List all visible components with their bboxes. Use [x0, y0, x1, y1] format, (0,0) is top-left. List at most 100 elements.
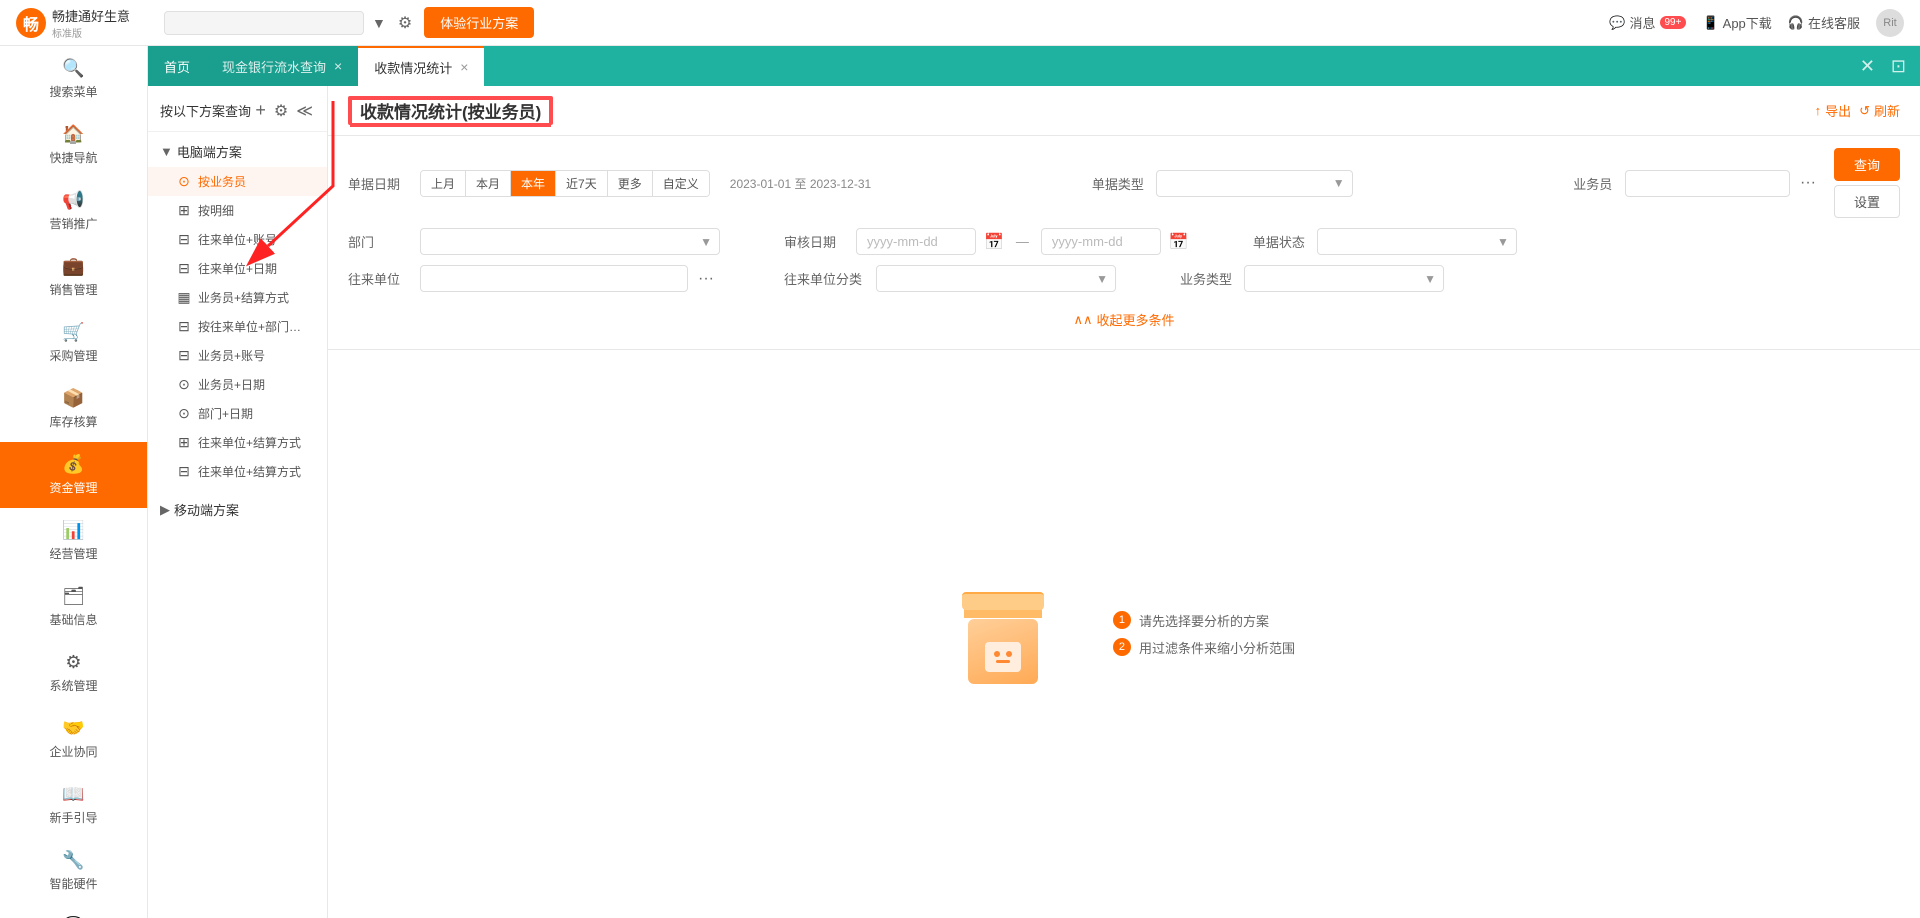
- tab-receipt-close[interactable]: ×: [460, 59, 468, 75]
- collapse-more-btn[interactable]: ∧∧ 收起更多条件: [348, 302, 1900, 337]
- scheme-salesperson-date-label: 业务员+日期: [198, 376, 265, 393]
- desktop-group-label: 电脑端方案: [177, 142, 242, 161]
- scheme-partner-account-label: 往来单位+账号: [198, 231, 277, 248]
- query-btn[interactable]: 查询: [1834, 148, 1900, 181]
- logo-text: 畅捷通好生意: [52, 6, 130, 25]
- logo-area: 畅 畅捷通好生意 标准版: [16, 6, 164, 40]
- scheme-item-partner-account[interactable]: ⊟ 往来单位+账号: [148, 225, 327, 254]
- salesperson-input[interactable]: [1625, 170, 1790, 197]
- partner-more-btn[interactable]: ···: [692, 268, 720, 290]
- tab-close-all-btn[interactable]: ✕: [1854, 54, 1881, 79]
- scheme-item-salesperson-date[interactable]: ⊙ 业务员+日期: [148, 370, 327, 399]
- breadcrumb-dropdown-btn[interactable]: ▼: [372, 15, 386, 31]
- date-btn-this-year[interactable]: 本年: [511, 171, 556, 196]
- business-type-select[interactable]: [1244, 265, 1444, 292]
- sidebar-item-system[interactable]: ⚙ 系统管理: [0, 640, 147, 706]
- sidebar-item-inventory[interactable]: 📦 库存核算: [0, 376, 147, 442]
- tab-maximize-btn[interactable]: ⊡: [1885, 54, 1912, 79]
- filter-settings-btn[interactable]: 设置: [1834, 185, 1900, 218]
- sidebar-item-marketing[interactable]: 📢 营销推广: [0, 178, 147, 244]
- mobile-scheme-group-header[interactable]: ▶ 移动端方案: [148, 494, 327, 525]
- left-scheme-panel: 按以下方案查询 + ⚙ ≪ ▼ 电脑端方案 ⊙ 按业务员: [148, 86, 328, 918]
- step-2-num: 2: [1113, 638, 1131, 656]
- app-download-btn[interactable]: 📱 App下载: [1702, 13, 1771, 32]
- enterprise-icon: 🤝: [62, 718, 84, 739]
- tab-receipt[interactable]: 收款情况统计 ×: [358, 46, 484, 86]
- date-btn-custom[interactable]: 自定义: [653, 171, 709, 196]
- date-btn-this-month[interactable]: 本月: [466, 171, 511, 196]
- scheme-add-btn[interactable]: +: [253, 98, 268, 123]
- scheme-item-salesperson-account[interactable]: ⊟ 业务员+账号: [148, 341, 327, 370]
- scheme-item-partner-dept[interactable]: ⊟ 按往来单位+部门+收...: [148, 312, 327, 341]
- sidebar-item-finance[interactable]: 💰 资金管理: [0, 442, 147, 508]
- messages-btn[interactable]: 💬 消息 99+: [1609, 13, 1686, 32]
- right-panel: 收款情况统计(按业务员) ↑ 导出 ↺ 刷新: [328, 86, 1920, 918]
- refresh-btn[interactable]: ↺ 刷新: [1859, 101, 1900, 120]
- scheme-item-partner-date[interactable]: ⊟ 往来单位+日期: [148, 254, 327, 283]
- doc-status-select[interactable]: [1317, 228, 1517, 255]
- sidebar-item-business[interactable]: 📊 经营管理: [0, 508, 147, 574]
- breadcrumb-input[interactable]: [164, 11, 364, 35]
- sidebar-item-base[interactable]: 🗂 基础信息: [0, 574, 147, 640]
- filter-row-3: 往来单位 ··· 往来单位分类 ▼: [348, 265, 1900, 292]
- guide-icon: 📖: [62, 784, 84, 805]
- online-service-btn[interactable]: 🎧 在线客服: [1788, 13, 1860, 32]
- export-btn[interactable]: ↑ 导出: [1815, 101, 1852, 120]
- doc-status-label: 单据状态: [1253, 232, 1305, 251]
- scheme-detail-label: 按明细: [198, 202, 234, 219]
- trial-btn[interactable]: 体验行业方案: [424, 7, 534, 38]
- sales-icon: 💼: [62, 256, 84, 277]
- date-btn-7days[interactable]: 近7天: [556, 171, 608, 196]
- partner-category-select[interactable]: [876, 265, 1116, 292]
- hardware-icon: 🔧: [62, 850, 84, 871]
- header-center: ▼ ⚙ 体验行业方案: [164, 7, 1609, 38]
- eye-right: [1006, 651, 1012, 657]
- scheme-settings-btn[interactable]: ⚙: [272, 98, 290, 123]
- page-title: 收款情况统计(按业务员): [350, 98, 551, 127]
- settings-icon-btn[interactable]: ⚙: [394, 9, 416, 37]
- sidebar-item-sales[interactable]: 💼 销售管理: [0, 244, 147, 310]
- scheme-item-partner-settlement1[interactable]: ⊞ 往来单位+结算方式: [148, 428, 327, 457]
- tab-bank-close[interactable]: ×: [334, 58, 342, 74]
- inventory-icon: 📦: [62, 388, 84, 409]
- desktop-scheme-group-header[interactable]: ▼ 电脑端方案: [148, 136, 327, 167]
- tab-bank-label: 现金银行流水查询: [222, 57, 326, 76]
- date-btn-last-month[interactable]: 上月: [421, 171, 466, 196]
- audit-calendar-from-icon[interactable]: 📅: [984, 232, 1004, 252]
- box-face: [985, 642, 1021, 672]
- date-btn-more[interactable]: 更多: [608, 171, 653, 196]
- doc-type-select[interactable]: [1156, 170, 1353, 197]
- dept-select[interactable]: [420, 228, 720, 255]
- page-content: 按以下方案查询 + ⚙ ≪ ▼ 电脑端方案 ⊙ 按业务员: [148, 86, 1920, 918]
- user-avatar[interactable]: Rit: [1876, 9, 1904, 37]
- sidebar-item-quick-nav[interactable]: 🏠 快捷导航: [0, 112, 147, 178]
- marketing-icon: 📢: [62, 190, 84, 211]
- tab-home-label: 首页: [164, 57, 190, 76]
- top-header: 畅 畅捷通好生意 标准版 ▼ ⚙ 体验行业方案 💬 消息 99+ 📱 App下载…: [0, 0, 1920, 46]
- scheme-item-partner-settlement2[interactable]: ⊟ 往来单位+结算方式: [148, 457, 327, 486]
- step-1-num: 1: [1113, 611, 1131, 629]
- tab-bank[interactable]: 现金银行流水查询 ×: [206, 46, 358, 86]
- scheme-item-salesperson[interactable]: ⊙ 按业务员: [148, 167, 327, 196]
- scheme-item-dept-date[interactable]: ⊙ 部门+日期: [148, 399, 327, 428]
- sidebar-item-wechat[interactable]: 💬 企业微信: [0, 904, 147, 918]
- sidebar-item-purchase[interactable]: 🛒 采购管理: [0, 310, 147, 376]
- salesperson-more-btn[interactable]: ···: [1794, 172, 1822, 194]
- sidebar-item-hardware[interactable]: 🔧 智能硬件: [0, 838, 147, 904]
- audit-calendar-to-icon[interactable]: 📅: [1169, 232, 1189, 252]
- scheme-collapse-btn[interactable]: ≪: [294, 98, 315, 123]
- audit-date-to[interactable]: [1041, 228, 1161, 255]
- partner-label: 往来单位: [348, 269, 408, 288]
- scheme-item-detail[interactable]: ⊞ 按明细: [148, 196, 327, 225]
- partner-input[interactable]: [420, 265, 688, 292]
- sidebar-item-guide[interactable]: 📖 新手引导: [0, 772, 147, 838]
- step-1-text: 请先选择要分析的方案: [1139, 611, 1269, 630]
- refresh-icon: ↺: [1859, 103, 1870, 119]
- sidebar-item-search[interactable]: 🔍 搜索菜单: [0, 46, 147, 112]
- collapse-chevron-icon: ∧∧: [1073, 312, 1092, 328]
- scheme-item-salesperson-settlement[interactable]: ▦ 业务员+结算方式: [148, 283, 327, 312]
- sidebar-item-enterprise[interactable]: 🤝 企业协同: [0, 706, 147, 772]
- header-right: 💬 消息 99+ 📱 App下载 🎧 在线客服 Rit: [1609, 9, 1904, 37]
- tab-home[interactable]: 首页: [148, 46, 206, 86]
- audit-date-from[interactable]: [856, 228, 976, 255]
